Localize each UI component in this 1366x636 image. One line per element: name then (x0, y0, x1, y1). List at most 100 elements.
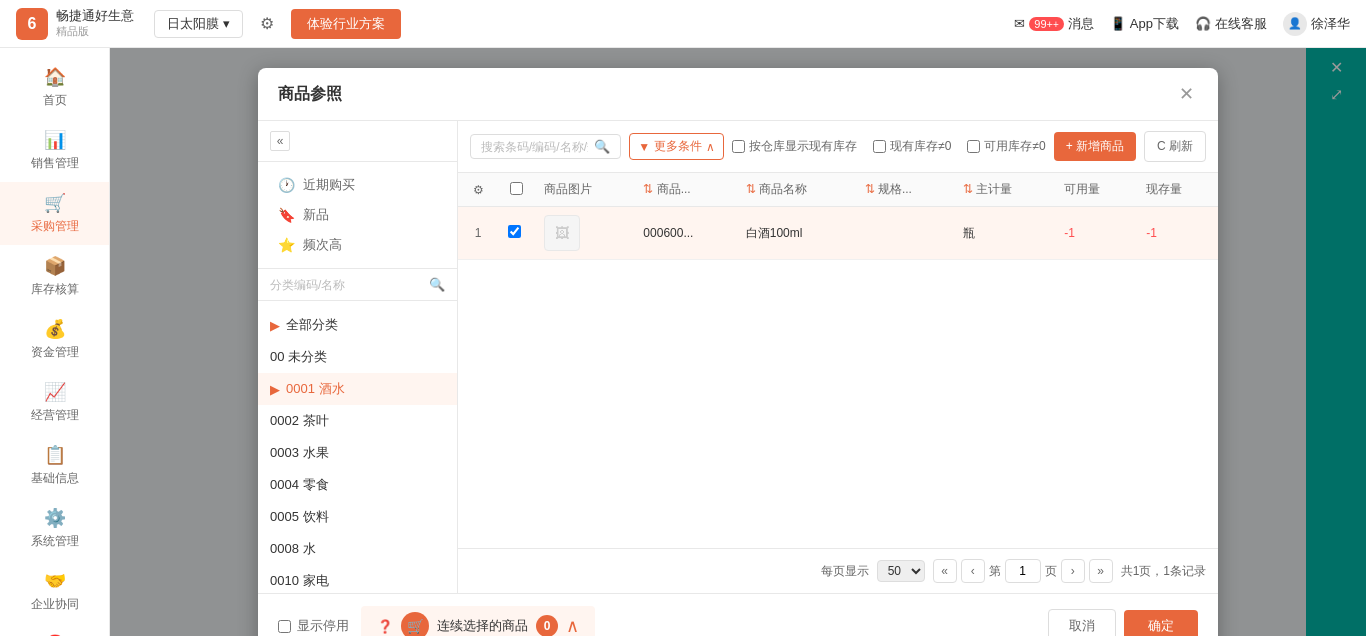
category-item-0010[interactable]: 0010 家电 (258, 565, 457, 593)
modal-title: 商品参照 (278, 84, 342, 105)
show-disabled-toggle[interactable]: 显示停用 (278, 617, 349, 635)
th-checkbox (498, 173, 534, 207)
row-checkbox-cell (498, 207, 534, 260)
th-spec[interactable]: ⇅ 规格... (855, 173, 953, 207)
show-disabled-checkbox[interactable] (278, 620, 291, 633)
category-item-0002[interactable]: 0002 茶叶 (258, 405, 457, 437)
category-item-0001[interactable]: ▶ 0001 酒水 (258, 373, 457, 405)
warehouse-stock-checkbox[interactable] (732, 140, 745, 153)
refresh-button[interactable]: C 刷新 (1144, 131, 1206, 162)
headset-icon: 🎧 (1195, 16, 1211, 31)
expand-0001-icon: ▶ (270, 382, 280, 397)
category-search-icon[interactable]: 🔍 (429, 277, 445, 292)
sort-code-icon: ⇅ (643, 182, 653, 196)
row-index: 1 (458, 207, 498, 260)
sidebar-item-finance[interactable]: 💰 资金管理 (0, 308, 109, 371)
row-spec (855, 207, 953, 260)
category-item-0008[interactable]: 0008 水 (258, 533, 457, 565)
new-icon: 🔖 (278, 207, 295, 223)
add-product-button[interactable]: + 新增商品 (1054, 132, 1136, 161)
user-profile[interactable]: 👤 徐泽华 (1283, 12, 1350, 36)
modal-body: « 🕐 近期购买 🔖 新品 ⭐ (258, 121, 1218, 593)
modal-footer: 显示停用 ❓ 🛒 连续选择的商品 0 ∧ 取消 确定 (258, 593, 1218, 636)
checkbox-available-stock[interactable]: 可用库存≠0 (967, 138, 1045, 155)
category-item-unclassified[interactable]: 00 未分类 (258, 341, 457, 373)
nav-dropdown-selector[interactable]: 日太阳膜 ▾ (154, 10, 243, 38)
product-toolbar: 🔍 ▼ 更多条件 ∧ 按仓库显示现有库存 (458, 121, 1218, 173)
sort-name-icon: ⇅ (746, 182, 756, 196)
messages-button[interactable]: ✉ 99++ 消息 (1014, 15, 1094, 33)
online-service-button[interactable]: 🎧 在线客服 (1195, 15, 1267, 33)
cancel-button[interactable]: 取消 (1048, 609, 1116, 636)
footer-left: 显示停用 (278, 617, 349, 635)
filter-icon: ▼ (638, 140, 650, 154)
th-name[interactable]: ⇅ 商品名称 (736, 173, 855, 207)
collapse-cart-icon[interactable]: ∧ (566, 615, 579, 636)
table-row[interactable]: 1 🖼 000600... 白酒100ml (458, 207, 1218, 260)
footer-right: 取消 确定 (1048, 609, 1198, 636)
row-code: 000600... (633, 207, 735, 260)
product-image: 🖼 (544, 215, 580, 251)
row-checkbox[interactable] (508, 225, 521, 238)
next-page-button[interactable]: › (1061, 559, 1085, 583)
trial-button[interactable]: 体验行业方案 (291, 9, 401, 39)
sidebar-item-system[interactable]: ⚙️ 系统管理 (0, 497, 109, 560)
th-unit[interactable]: ⇅ 主计量 (953, 173, 1054, 207)
row-stock: -1 (1136, 207, 1218, 260)
checkbox-current-stock[interactable]: 现有库存≠0 (873, 138, 951, 155)
product-table: ⚙ 商品图片 ⇅ 商品... (458, 173, 1218, 260)
product-search-icon[interactable]: 🔍 (594, 139, 610, 154)
row-name: 白酒100ml (736, 207, 855, 260)
sidebar-item-cooperation[interactable]: 🤝 企业协同 (0, 560, 109, 623)
sidebar-item-sales[interactable]: 📊 销售管理 (0, 119, 109, 182)
prev-page-button[interactable]: ‹ (961, 559, 985, 583)
product-reference-modal: 商品参照 ✕ « 🕐 近期购买 (258, 68, 1218, 636)
category-item-0003[interactable]: 0003 水果 (258, 437, 457, 469)
last-page-button[interactable]: » (1089, 559, 1113, 583)
category-item-0004[interactable]: 0004 零食 (258, 469, 457, 501)
quick-new-product[interactable]: 🔖 新品 (270, 200, 445, 230)
row-available: -1 (1054, 207, 1136, 260)
first-page-button[interactable]: « (933, 559, 957, 583)
sidebar-item-guide[interactable]: 🎯 新手引导 (0, 623, 109, 636)
th-code[interactable]: ⇅ 商品... (633, 173, 735, 207)
collapse-panel-button[interactable]: « (270, 131, 290, 151)
th-image: 商品图片 (534, 173, 633, 207)
category-item-0005[interactable]: 0005 饮料 (258, 501, 457, 533)
more-filter-button[interactable]: ▼ 更多条件 ∧ (629, 133, 724, 160)
page-number-input[interactable] (1005, 559, 1041, 583)
message-icon: ✉ (1014, 16, 1025, 31)
category-item-all[interactable]: ▶ 全部分类 (258, 309, 457, 341)
logo-area: 6 畅捷通好生意 精品版 (16, 8, 134, 40)
inventory-icon: 📦 (44, 255, 66, 277)
star-icon: ⭐ (278, 237, 295, 253)
sidebar-item-basic-info[interactable]: 📋 基础信息 (0, 434, 109, 497)
th-settings[interactable]: ⚙ (458, 173, 498, 207)
category-list: ▶ 全部分类 00 未分类 ▶ 0001 酒水 0002 茶 (258, 301, 457, 593)
sidebar-item-purchase[interactable]: 🛒 采购管理 (0, 182, 109, 245)
purchase-icon: 🛒 (44, 192, 66, 214)
modal-close-button[interactable]: ✕ (1174, 82, 1198, 106)
quick-high-freq[interactable]: ⭐ 频次高 (270, 230, 445, 260)
available-stock-checkbox[interactable] (967, 140, 980, 153)
confirm-button[interactable]: 确定 (1124, 610, 1198, 636)
checkbox-warehouse-stock[interactable]: 按仓库显示现有库存 (732, 138, 857, 155)
th-stock: 现存量 (1136, 173, 1218, 207)
sidebar-item-inventory[interactable]: 📦 库存核算 (0, 245, 109, 308)
settings-icon[interactable]: ⚙ (251, 8, 283, 40)
category-search-input[interactable] (270, 278, 423, 292)
logo-icon: 6 (16, 8, 48, 40)
sidebar-item-home[interactable]: 🏠 首页 (0, 56, 109, 119)
category-top-bar: « (258, 121, 457, 162)
current-stock-checkbox[interactable] (873, 140, 886, 153)
expand-all-icon: ▶ (270, 318, 280, 333)
sort-spec-icon: ⇅ (865, 182, 875, 196)
help-icon[interactable]: ❓ (377, 619, 393, 634)
quick-recent-purchase[interactable]: 🕐 近期购买 (270, 170, 445, 200)
select-all-checkbox[interactable] (510, 182, 523, 195)
product-search-input[interactable] (481, 140, 588, 154)
sidebar-item-operations[interactable]: 📈 经营管理 (0, 371, 109, 434)
per-page-select[interactable]: 50 (877, 560, 925, 582)
system-icon: ⚙️ (44, 507, 66, 529)
app-download-button[interactable]: 📱 App下载 (1110, 15, 1179, 33)
